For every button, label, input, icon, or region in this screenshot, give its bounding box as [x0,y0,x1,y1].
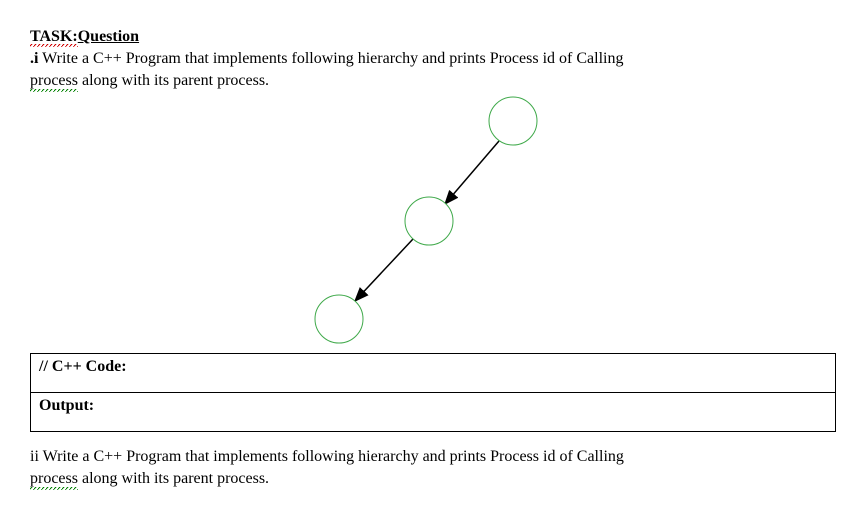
process-node [405,197,453,245]
output-cell: Output: [31,393,835,431]
hierarchy-diagram [30,91,836,351]
arrow [445,141,499,204]
q2-text-2: along with its parent process. [78,470,269,487]
code-label: // C++ Code: [39,358,127,375]
task-prefix: TASK: [30,28,78,46]
task-heading: TASK:Question [30,28,139,46]
process-node [489,97,537,145]
question-word: Question [78,28,139,45]
q2-process-word: process [30,468,78,490]
q1-text-2: along with its parent process. [78,72,269,89]
diagram-svg [243,91,623,351]
question-1-text: .i Write a C++ Program that implements f… [30,48,836,91]
arrow [355,239,413,301]
q1-text-1: Write a C++ Program that implements foll… [38,50,623,67]
q1-process-word: process [30,70,78,92]
question-2-text: ii Write a C++ Program that implements f… [30,446,836,489]
process-node [315,295,363,343]
output-label: Output: [39,397,94,414]
q2-bullet: ii [30,448,39,465]
code-output-box: // C++ Code: Output: [30,353,836,432]
q2-text-1: Write a C++ Program that implements foll… [39,448,624,465]
code-cell: // C++ Code: [31,354,835,393]
